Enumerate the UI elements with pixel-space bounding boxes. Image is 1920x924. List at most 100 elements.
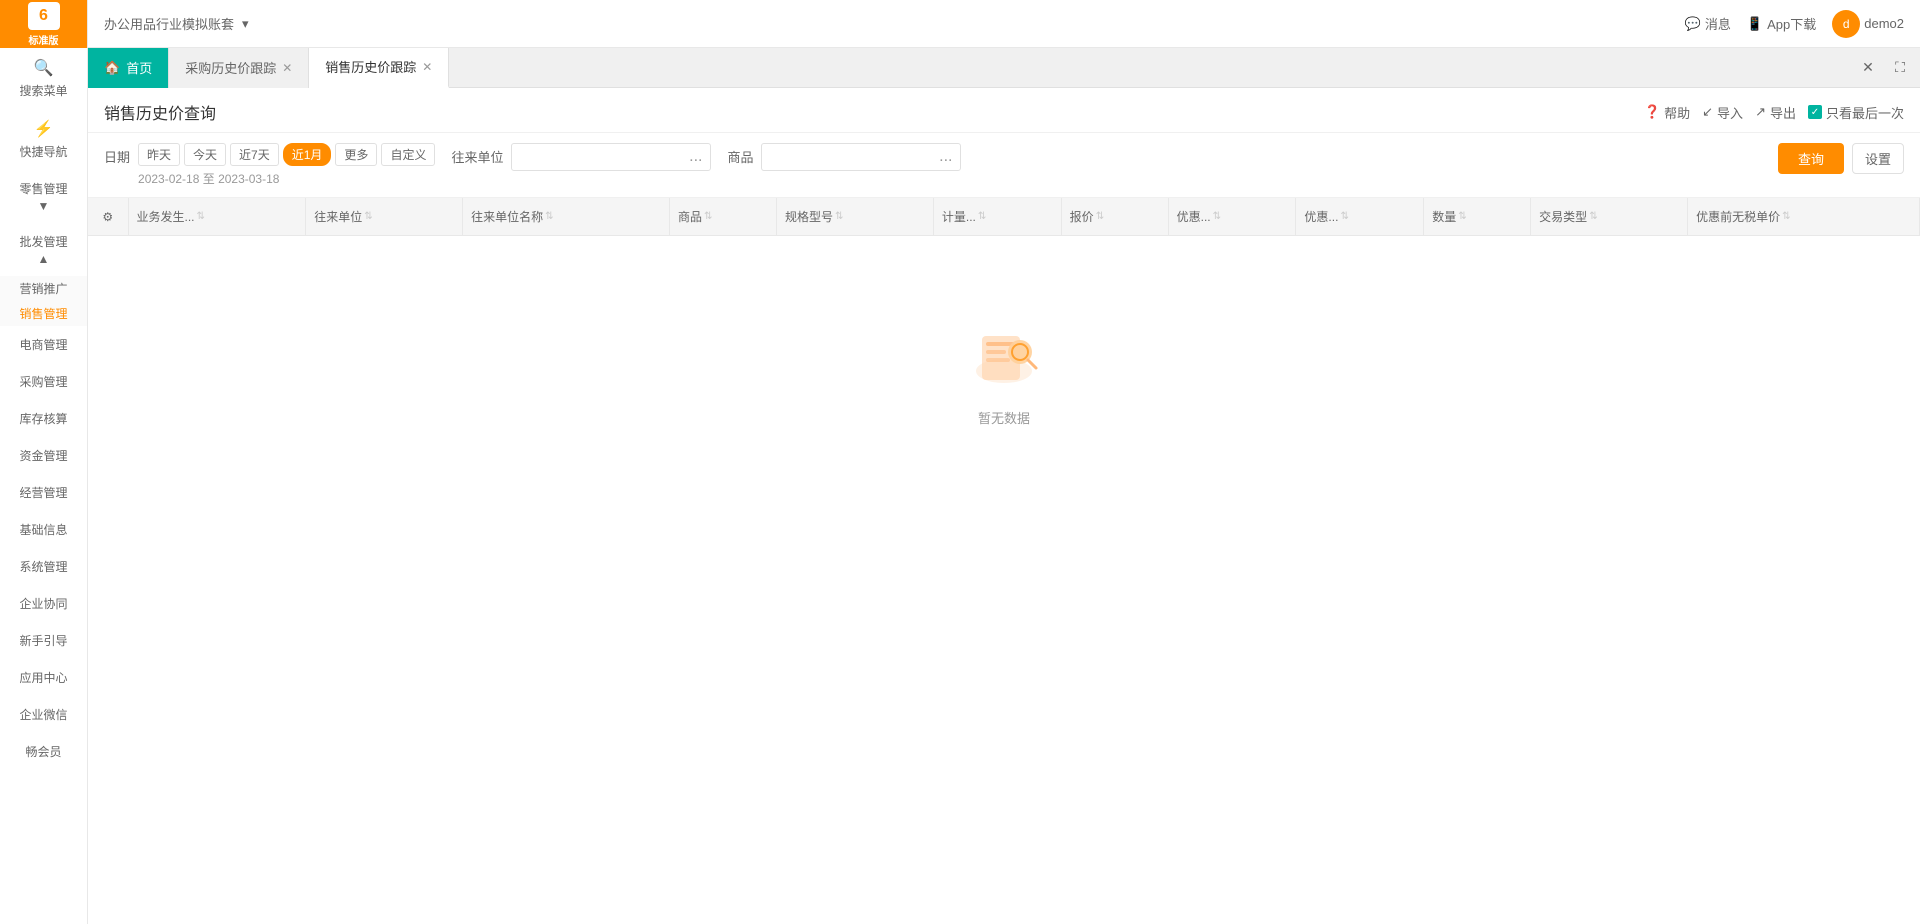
export-icon: ↗ [1755,104,1766,120]
th-spec[interactable]: 规格型号 ⇅ [776,198,933,236]
maximize-button[interactable]: ⛶ [1888,56,1912,80]
date-btn-more[interactable]: 更多 [335,143,377,166]
sort-icon-partner-name: ⇅ [545,211,553,222]
import-label: 导入 [1717,103,1743,122]
sort-icon-discount1: ⇅ [1213,211,1221,222]
th-unit[interactable]: 计量... ⇅ [933,198,1061,236]
tabbar-actions: ✕ ⛶ [1856,56,1920,80]
sidebar-label-wholesale: 批发管理 [19,233,67,250]
app-download-button[interactable]: 📱 App下载 [1747,14,1816,33]
product-input[interactable]: ... [761,143,961,171]
th-discount1[interactable]: 优惠... ⇅ [1168,198,1296,236]
th-biz-date[interactable]: 业务发生... ⇅ [128,198,306,236]
sidebar-item-sales[interactable]: 销售管理 [0,301,87,326]
th-discount2[interactable]: 优惠... ⇅ [1296,198,1424,236]
help-button[interactable]: ❓ 帮助 [1644,103,1690,122]
sidebar-item-appstore[interactable]: 应用中心 [0,659,87,696]
product-filter-label: 商品 [727,143,753,166]
sidebar-item-ecommerce[interactable]: 电商管理 [0,326,87,363]
table-header-row: ⚙ 业务发生... ⇅ 往来单位 ⇅ [88,198,1920,236]
export-label: 导出 [1770,103,1796,122]
sidebar-label-guide: 新手引导 [19,632,67,649]
product-input-dots: ... [939,148,952,166]
sidebar-item-member[interactable]: 畅会员 [0,733,87,770]
settings-button[interactable]: 设置 [1852,143,1904,174]
sort-icon-qty: ⇅ [1458,211,1466,222]
import-button[interactable]: ↙ 导入 [1702,103,1743,122]
sidebar-item-wholesale[interactable]: 批发管理 ▲ [0,223,87,276]
retail-arrow-icon: ▼ [38,199,50,213]
th-gear: ⚙ [88,198,128,236]
topbar-title: 办公用品行业模拟账套 [104,14,234,33]
sort-icon-discount2: ⇅ [1340,211,1348,222]
date-btn-7days[interactable]: 近7天 [230,143,279,166]
tab-home[interactable]: 🏠 首页 [88,48,169,88]
sidebar-item-inventory[interactable]: 库存核算 [0,400,87,437]
date-range-display: 2023-02-18 至 2023-03-18 [138,170,435,187]
tab-sales-history[interactable]: 销售历史价跟踪 ✕ [309,48,449,88]
query-button[interactable]: 查询 [1778,143,1844,174]
sidebar-item-marketing[interactable]: 营销推广 [0,276,87,301]
sidebar-label-appstore: 应用中心 [19,669,67,686]
empty-state: 暂无数据 [88,236,1920,507]
user-menu[interactable]: d demo2 [1832,10,1904,38]
sidebar-item-wechat[interactable]: 企业微信 [0,696,87,733]
app-logo: 6 标准版 [0,0,87,48]
date-btn-today[interactable]: 今天 [184,143,226,166]
date-filter-group: 日期 昨天 今天 近7天 近1月 更多 自定义 2023-02-18 至 202… [104,143,435,187]
message-button[interactable]: 💬 消息 [1685,14,1731,33]
sidebar-item-guide[interactable]: 新手引导 [0,622,87,659]
sidebar-item-enterprise[interactable]: 企业协同 [0,585,87,622]
th-qty[interactable]: 数量 ⇅ [1424,198,1531,236]
sidebar: 6 标准版 🔍 搜索菜单 ⚡ 快捷导航 零售管理 ▼ 批发管理 ▲ 营销推广 销… [0,0,88,924]
close-sales-tab[interactable]: ✕ [422,60,432,74]
page-title: 销售历史价查询 [104,100,216,124]
tab-purchase-history[interactable]: 采购历史价跟踪 ✕ [169,48,309,88]
page-header: 销售历史价查询 ❓ 帮助 ↙ 导入 ↗ 导出 只看最后一次 [88,88,1920,133]
th-partner-code[interactable]: 往来单位 ⇅ [306,198,463,236]
partner-input[interactable]: ... [511,143,711,171]
avatar: d [1832,10,1860,38]
sidebar-item-finance[interactable]: 资金管理 [0,437,87,474]
date-buttons: 昨天 今天 近7天 近1月 更多 自定义 2023-02-18 至 2023-0… [138,143,435,187]
th-product[interactable]: 商品 ⇅ [670,198,777,236]
date-btn-row: 昨天 今天 近7天 近1月 更多 自定义 [138,143,435,166]
product-filter-group: 商品 ... [727,143,961,171]
topbar-dropdown[interactable]: ▾ [242,16,249,32]
close-all-tabs-button[interactable]: ✕ [1856,56,1880,80]
app-download-label: App下载 [1767,14,1816,33]
export-button[interactable]: ↗ 导出 [1755,103,1796,122]
date-btn-1month[interactable]: 近1月 [283,143,332,166]
th-partner-name[interactable]: 往来单位名称 ⇅ [463,198,670,236]
date-btn-yesterday[interactable]: 昨天 [138,143,180,166]
topbar-left: 办公用品行业模拟账套 ▾ [104,14,249,33]
sort-icon-product: ⇅ [704,211,712,222]
tabbar: 🏠 首页 采购历史价跟踪 ✕ 销售历史价跟踪 ✕ ✕ ⛶ [88,48,1920,88]
sidebar-item-system[interactable]: 系统管理 [0,548,87,585]
only-last-checkbox[interactable]: 只看最后一次 [1808,103,1904,122]
sidebar-label-wechat: 企业微信 [19,706,67,723]
date-btn-custom[interactable]: 自定义 [381,143,435,166]
th-quote[interactable]: 报价 ⇅ [1061,198,1168,236]
sidebar-item-basic[interactable]: 基础信息 [0,511,87,548]
sort-icon-spec: ⇅ [835,211,843,222]
th-trade-type[interactable]: 交易类型 ⇅ [1531,198,1688,236]
sidebar-label-operations: 经营管理 [19,484,67,501]
sidebar-item-retail[interactable]: 零售管理 ▼ [0,170,87,223]
tab-sales-label: 销售历史价跟踪 [325,57,416,76]
download-icon: 📱 [1747,16,1763,32]
table-header: ⚙ 业务发生... ⇅ 往来单位 ⇅ [88,198,1920,236]
help-label: 帮助 [1664,103,1690,122]
sidebar-item-operations[interactable]: 经营管理 [0,474,87,511]
close-purchase-tab[interactable]: ✕ [282,61,292,75]
sidebar-item-purchase[interactable]: 采购管理 [0,363,87,400]
main-area: 办公用品行业模拟账套 ▾ 💬 消息 📱 App下载 d demo2 [88,0,1920,924]
sidebar-label-marketing: 营销推广 [19,282,67,296]
sidebar-label-inventory: 库存核算 [19,410,67,427]
sidebar-item-search[interactable]: 🔍 搜索菜单 [0,48,87,109]
sort-icon-unit: ⇅ [978,211,986,222]
th-tax-price[interactable]: 优惠前无税单价 ⇅ [1688,198,1920,236]
sidebar-item-shortcuts[interactable]: ⚡ 快捷导航 [0,109,87,170]
import-icon: ↙ [1702,104,1713,120]
gear-icon[interactable]: ⚙ [102,210,113,224]
